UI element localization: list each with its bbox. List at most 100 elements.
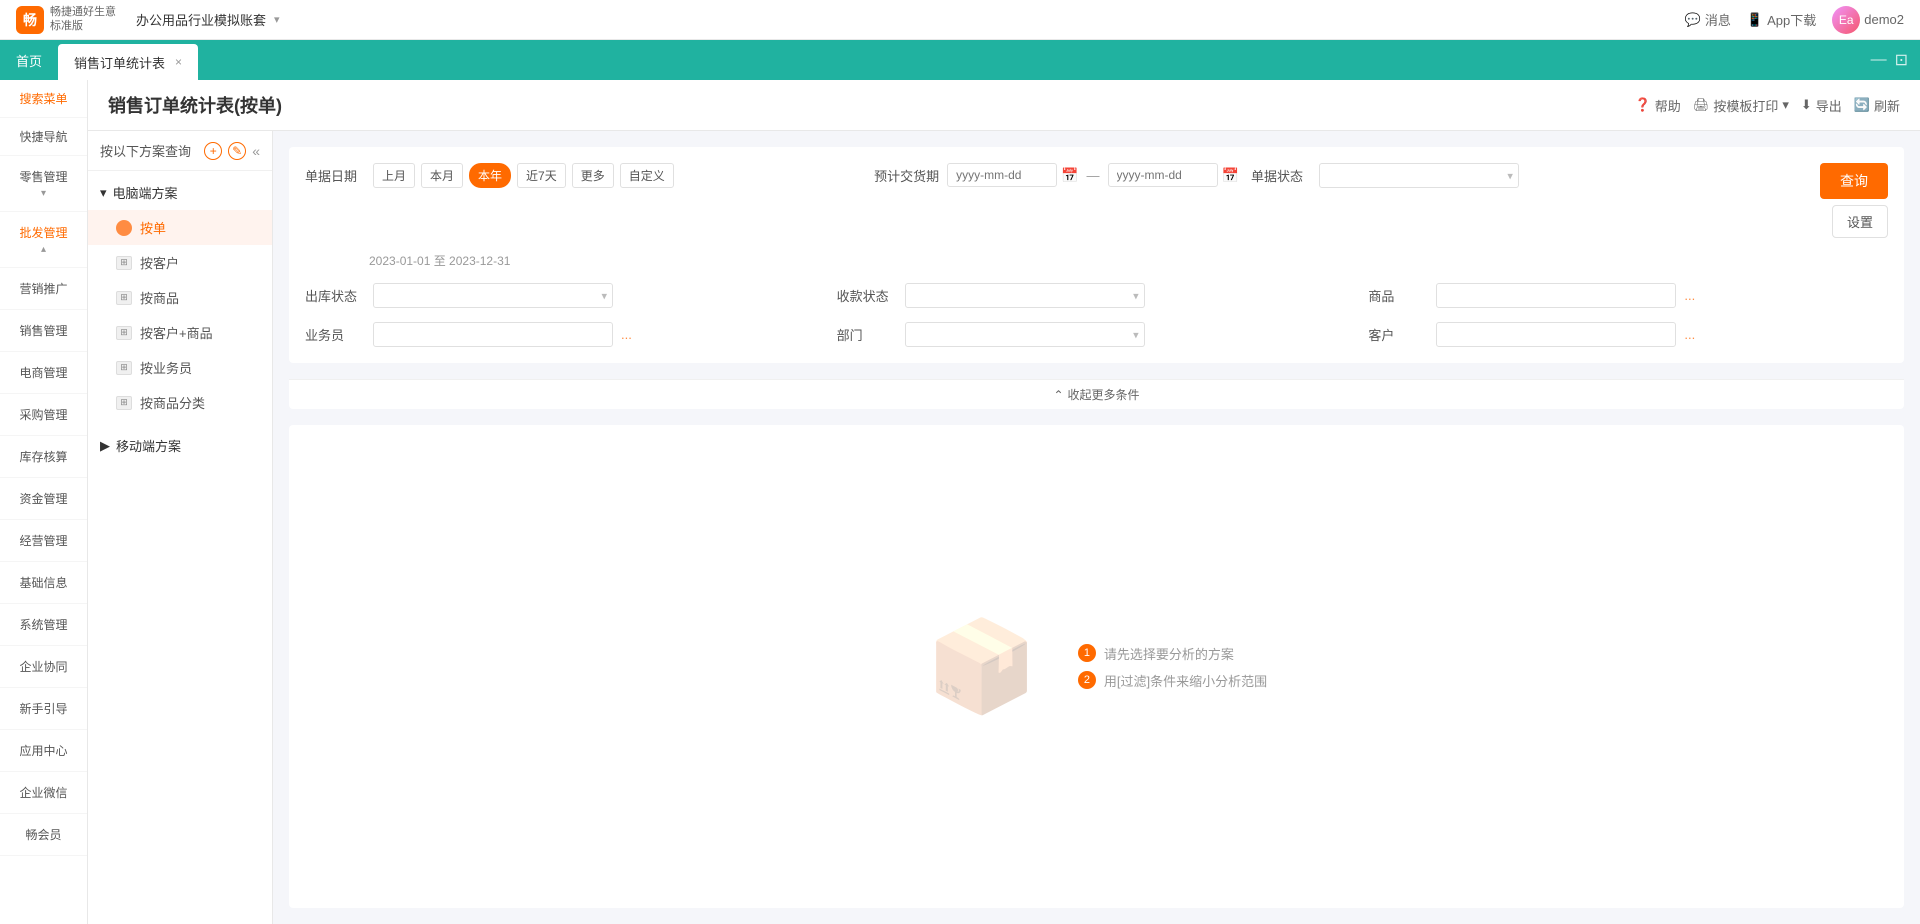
empty-hint-2: 2 用[过滤]条件来缩小分析范围 (1078, 671, 1267, 690)
tab-maximize-btn[interactable]: ⊡ (1895, 50, 1908, 70)
department-select[interactable] (905, 322, 1145, 347)
tab-close-btn[interactable]: × (175, 55, 182, 69)
scheme-item-by-salesperson[interactable]: ⊞ 按业务员 (88, 350, 272, 385)
goods-input[interactable] (1436, 283, 1676, 308)
user-avatar-btn[interactable]: Ea demo2 (1832, 6, 1904, 34)
calendar-start-icon[interactable]: 📅 (1061, 167, 1078, 184)
payment-status-col: 收款状态 ▾ (837, 283, 1357, 308)
expected-date-end-input[interactable] (1108, 163, 1218, 187)
collapse-bar[interactable]: ⌃ 收起更多条件 (289, 379, 1904, 409)
sidebar-item-wholesale[interactable]: 批发管理 ▴ (0, 212, 87, 268)
delivery-status-label: 出库状态 (305, 286, 365, 305)
date-filter-label: 单据日期 (305, 166, 365, 185)
department-col: 部门 ▾ (837, 322, 1357, 347)
export-btn[interactable]: ⬇ 导出 (1801, 96, 1842, 115)
payment-status-select[interactable] (905, 283, 1145, 308)
app-download-btn[interactable]: 📱 App下载 (1747, 10, 1816, 29)
refresh-btn[interactable]: 🔄 刷新 (1854, 96, 1900, 115)
sidebar-item-purchase[interactable]: 采购管理 (0, 394, 87, 436)
sidebar: 搜索菜单 快捷导航 零售管理 ▾ 批发管理 ▴ 营销推广 销售管理 电商管理 采… (0, 80, 88, 924)
left-panel: 按以下方案查询 + ✎ « ▾ 电脑端方案 按单 (88, 131, 273, 924)
sidebar-item-sales[interactable]: 销售管理 (0, 310, 87, 352)
sidebar-item-finance[interactable]: 资金管理 (0, 478, 87, 520)
sidebar-item-operations[interactable]: 经营管理 (0, 520, 87, 562)
doc-status-select[interactable] (1319, 163, 1519, 188)
empty-hints: 1 请先选择要分析的方案 2 用[过滤]条件来缩小分析范围 (1078, 644, 1267, 690)
hint-1-text: 请先选择要分析的方案 (1104, 644, 1234, 663)
date-btn-this-year[interactable]: 本年 (469, 163, 511, 188)
salesperson-col: 业务员 ... (305, 322, 825, 347)
by-goods-icon: ⊞ (116, 291, 132, 305)
date-btn-last-month[interactable]: 上月 (373, 163, 415, 188)
content-body: 按以下方案查询 + ✎ « ▾ 电脑端方案 按单 (88, 131, 1920, 924)
sidebar-item-search-menu[interactable]: 搜索菜单 (0, 80, 87, 118)
customer-ellipsis-btn[interactable]: ... (1684, 327, 1695, 342)
scheme-item-by-customer-goods[interactable]: ⊞ 按客户+商品 (88, 315, 272, 350)
message-btn[interactable]: 💬 消息 (1685, 10, 1731, 29)
sidebar-item-inventory[interactable]: 库存核算 (0, 436, 87, 478)
collapse-panel-btn[interactable]: « (252, 143, 260, 159)
expected-date-start-input[interactable] (947, 163, 1057, 187)
mobile-scheme-group-title[interactable]: ▶ 移动端方案 (88, 428, 272, 463)
sidebar-item-basic-info[interactable]: 基础信息 (0, 562, 87, 604)
tab-sales-order[interactable]: 销售订单统计表 × (58, 44, 198, 80)
doc-status-select-wrap: ▾ (1319, 163, 1519, 188)
tab-bar: 首页 销售订单统计表 × — ⊡ (0, 40, 1920, 80)
filter-section: 单据日期 上月 本月 本年 近7天 更多 自定义 预计交货期 (289, 147, 1904, 363)
query-btn[interactable]: 查询 (1820, 163, 1888, 199)
scheme-panel-title: 按以下方案查询 (100, 141, 191, 160)
edit-scheme-btn[interactable]: ✎ (228, 142, 246, 160)
salesperson-input[interactable] (373, 322, 613, 347)
sidebar-item-newbie[interactable]: 新手引导 (0, 688, 87, 730)
print-btn[interactable]: 🖨 按模板打印 ▾ (1693, 96, 1789, 115)
date-btn-more[interactable]: 更多 (572, 163, 614, 188)
calendar-end-icon[interactable]: 📅 (1222, 167, 1239, 184)
collapse-label: 收起更多条件 (1068, 386, 1140, 403)
sidebar-item-app-center[interactable]: 应用中心 (0, 730, 87, 772)
date-btn-last-7-days[interactable]: 近7天 (517, 163, 566, 188)
by-salesperson-icon: ⊞ (116, 361, 132, 375)
retail-arrow-icon: ▾ (41, 188, 46, 199)
by-category-icon: ⊞ (116, 396, 132, 410)
scheme-item-by-goods[interactable]: ⊞ 按商品 (88, 280, 272, 315)
help-btn[interactable]: ❓ 帮助 (1635, 96, 1681, 115)
add-scheme-btn[interactable]: + (204, 142, 222, 160)
customer-input[interactable] (1436, 322, 1676, 347)
pc-scheme-group-title[interactable]: ▾ 电脑端方案 (88, 175, 272, 210)
sidebar-item-member[interactable]: 畅会员 (0, 814, 87, 856)
goods-col: 商品 ... (1368, 283, 1888, 308)
date-btn-this-month[interactable]: 本月 (421, 163, 463, 188)
sidebar-item-wechat[interactable]: 企业微信 (0, 772, 87, 814)
sidebar-item-quick-nav[interactable]: 快捷导航 (0, 118, 87, 156)
pc-scheme-group: ▾ 电脑端方案 按单 ⊞ 按客户 ⊞ 按商品 (88, 171, 272, 424)
doc-status-label: 单据状态 (1251, 166, 1311, 185)
scheme-panel-icons: + ✎ « (204, 142, 260, 160)
scheme-item-by-customer[interactable]: ⊞ 按客户 (88, 245, 272, 280)
empty-hint-1: 1 请先选择要分析的方案 (1078, 644, 1267, 663)
settings-btn[interactable]: 设置 (1832, 205, 1888, 238)
print-icon: 🖨 (1693, 97, 1710, 113)
sidebar-item-system[interactable]: 系统管理 (0, 604, 87, 646)
top-bar-left: 畅 畅捷通好生意 标准版 办公用品行业模拟账套 ▾ (16, 6, 280, 34)
hint-1-number: 1 (1078, 644, 1096, 662)
filter-row-3: 业务员 ... 部门 ▾ 客户 (305, 322, 1888, 347)
date-btn-custom[interactable]: 自定义 (620, 163, 674, 188)
tab-home[interactable]: 首页 (0, 40, 58, 80)
goods-ellipsis-btn[interactable]: ... (1684, 288, 1695, 303)
scheme-item-by-order[interactable]: 按单 (88, 210, 272, 245)
sidebar-item-retail[interactable]: 零售管理 ▾ (0, 156, 87, 212)
logo-area: 畅 畅捷通好生意 标准版 (16, 6, 116, 34)
tab-minimize-btn[interactable]: — (1871, 51, 1887, 69)
app-title: 办公用品行业模拟账套 (136, 10, 266, 29)
sidebar-item-marketing[interactable]: 营销推广 (0, 268, 87, 310)
left-panel-header: 按以下方案查询 + ✎ « (88, 131, 272, 171)
date-quick-btns: 上月 本月 本年 近7天 更多 自定义 (373, 163, 674, 188)
salesperson-ellipsis-btn[interactable]: ... (621, 327, 632, 342)
app-dropdown-icon[interactable]: ▾ (274, 13, 280, 26)
scheme-item-by-category[interactable]: ⊞ 按商品分类 (88, 385, 272, 420)
right-panel: 单据日期 上月 本月 本年 近7天 更多 自定义 预计交货期 (273, 131, 1920, 924)
sidebar-item-ecommerce[interactable]: 电商管理 (0, 352, 87, 394)
page-header-actions: ❓ 帮助 🖨 按模板打印 ▾ ⬇ 导出 🔄 刷新 (1635, 96, 1900, 115)
sidebar-item-enterprise[interactable]: 企业协同 (0, 646, 87, 688)
delivery-status-select[interactable] (373, 283, 613, 308)
